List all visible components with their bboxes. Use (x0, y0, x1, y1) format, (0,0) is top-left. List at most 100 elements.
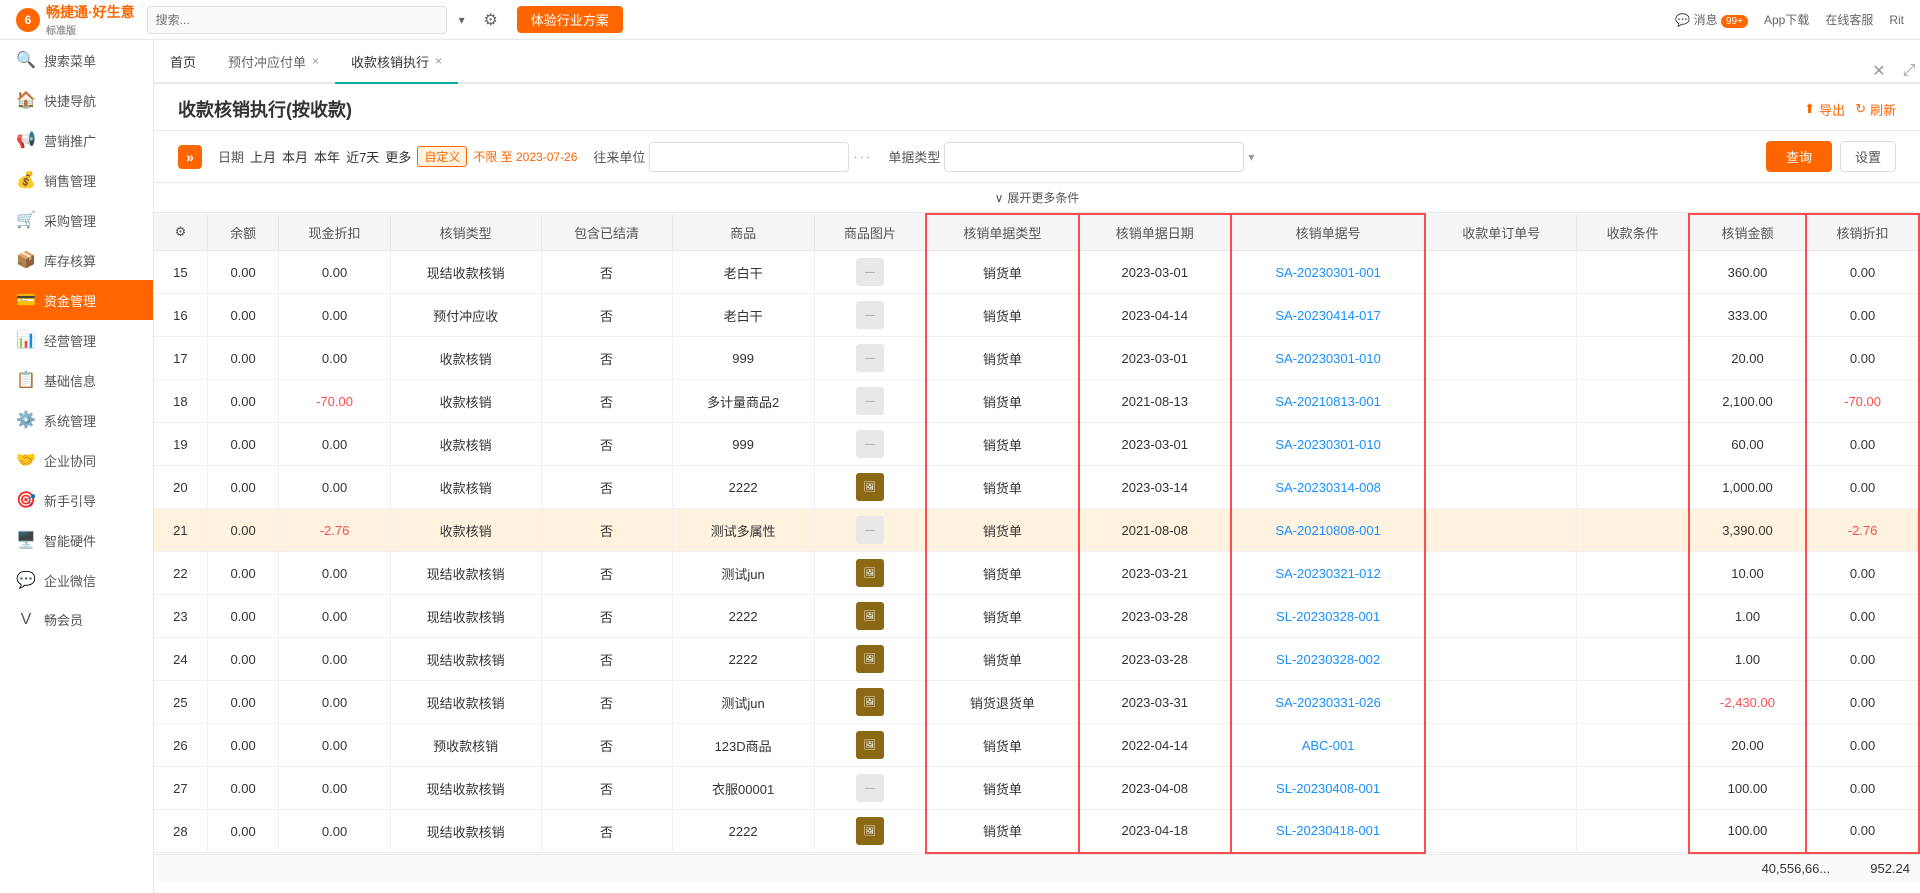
export-button[interactable]: ⬆ 导出 (1804, 100, 1845, 119)
cell-receipt-order (1425, 595, 1577, 638)
sidebar-item-search[interactable]: 🔍 搜索菜单 (0, 40, 153, 80)
refresh-button[interactable]: ↻ 刷新 (1855, 100, 1896, 119)
gear-icon[interactable]: ⚙ (477, 6, 505, 34)
cell-goods: 2222 (672, 638, 814, 681)
tab-home[interactable]: 首页 (154, 40, 212, 84)
bill-no-link[interactable]: SL-20230328-002 (1276, 652, 1380, 667)
management-icon: 📊 (16, 330, 36, 350)
bill-no-link[interactable]: SA-20230301-010 (1275, 351, 1381, 366)
tab-prepayment[interactable]: 预付冲应付单 × (212, 40, 335, 84)
bill-no-link[interactable]: SA-20230414-017 (1275, 308, 1381, 323)
bill-no-link[interactable]: SA-20230314-008 (1275, 480, 1381, 495)
cell-wo-bill-no[interactable]: SA-20230301-010 (1231, 423, 1425, 466)
solution-button[interactable]: 体验行业方案 (517, 6, 623, 33)
cell-wo-bill-no[interactable]: SA-20210808-001 (1231, 509, 1425, 552)
cell-writeoff-type: 收款核销 (390, 423, 541, 466)
sidebar-item-system[interactable]: ⚙️ 系统管理 (0, 400, 153, 440)
sidebar-item-hardware[interactable]: 🖥️ 智能硬件 (0, 520, 153, 560)
cell-wo-bill-no[interactable]: SA-20230301-001 (1231, 251, 1425, 294)
cell-wo-bill-date: 2023-03-01 (1079, 251, 1231, 294)
filter-this-year[interactable]: 本年 (314, 147, 340, 166)
filter-type-select[interactable] (944, 142, 1244, 172)
bill-no-link[interactable]: SA-20210813-001 (1275, 394, 1381, 409)
bill-no-link[interactable]: SA-20230301-010 (1275, 437, 1381, 452)
cell-wo-bill-no[interactable]: SL-20230328-002 (1231, 638, 1425, 681)
dropdown-arrow[interactable]: ▾ (459, 13, 465, 27)
cell-wo-discount: 0.00 (1806, 681, 1919, 724)
sidebar-item-collab[interactable]: 🤝 企业协同 (0, 440, 153, 480)
purchase-icon: 🛒 (16, 210, 36, 230)
cell-receipt-order (1425, 509, 1577, 552)
cell-include-settled: 否 (541, 638, 672, 681)
sidebar-item-member[interactable]: V 畅会员 (0, 600, 153, 639)
bill-no-link[interactable]: SL-20230418-001 (1276, 823, 1380, 838)
bill-no-link[interactable]: SA-20230321-012 (1275, 566, 1381, 581)
cell-wo-bill-no[interactable]: SL-20230418-001 (1231, 810, 1425, 853)
maximize-window-btn[interactable]: ⤢ (1898, 60, 1920, 82)
filter-last-month[interactable]: 上月 (250, 147, 276, 166)
bill-no-link[interactable]: ABC-001 (1302, 738, 1355, 753)
search-icon: 🔍 (16, 50, 36, 70)
cell-cash-discount: -70.00 (279, 380, 390, 423)
bill-no-link[interactable]: SA-20230301-001 (1275, 265, 1381, 280)
search-input[interactable] (147, 6, 447, 34)
sidebar-item-basic[interactable]: 📋 基础信息 (0, 360, 153, 400)
sidebar-item-management[interactable]: 📊 经营管理 (0, 320, 153, 360)
sidebar-item-guide[interactable]: 🎯 新手引导 (0, 480, 153, 520)
sidebar-item-sales[interactable]: 💰 销售管理 (0, 160, 153, 200)
tab-writeoff-close[interactable]: × (435, 54, 442, 68)
cell-goods-image: 🖼 (814, 466, 926, 509)
cell-goods-image: 🖼 (814, 724, 926, 767)
bill-no-link[interactable]: SL-20230328-001 (1276, 609, 1380, 624)
close-window-btn[interactable]: ✕ (1868, 60, 1890, 82)
cell-wo-bill-date: 2023-03-28 (1079, 638, 1231, 681)
bill-no-link[interactable]: SL-20230408-001 (1276, 781, 1380, 796)
cell-receipt-order (1425, 380, 1577, 423)
tab-prepayment-close[interactable]: × (312, 54, 319, 68)
bill-no-link[interactable]: SA-20230331-026 (1275, 695, 1381, 710)
cell-wo-amount: 2,100.00 (1689, 380, 1806, 423)
table-container[interactable]: ⚙ 余额 现金折扣 核销类型 包含已结清 商品 商品图片 核销单据类型 核销单据… (154, 213, 1920, 893)
cell-receipt-condition (1577, 380, 1689, 423)
filter-unit-input[interactable] (649, 142, 849, 172)
cell-wo-bill-date: 2021-08-08 (1079, 509, 1231, 552)
cell-wo-discount: -70.00 (1806, 380, 1919, 423)
filter-unit-dots[interactable]: ··· (853, 149, 872, 164)
cell-wo-bill-no[interactable]: SA-20210813-001 (1231, 380, 1425, 423)
sidebar-item-wechat[interactable]: 💬 企业微信 (0, 560, 153, 600)
app-download-link[interactable]: App下载 (1764, 11, 1809, 28)
settings-button[interactable]: 设置 (1840, 141, 1896, 172)
online-service-link[interactable]: 在线客服 (1825, 11, 1873, 28)
table-row: 20 0.00 0.00 收款核销 否 2222 🖼 销货单 2023-03-1… (154, 466, 1919, 509)
cell-receipt-condition (1577, 251, 1689, 294)
cell-wo-bill-no[interactable]: SA-20230301-010 (1231, 337, 1425, 380)
filter-type-arrow[interactable]: ▾ (1248, 150, 1254, 164)
sidebar-item-finance[interactable]: 💳 资金管理 (0, 280, 153, 320)
message-link[interactable]: 💬 消息 99+ (1675, 11, 1748, 28)
tab-writeoff[interactable]: 收款核销执行 × (335, 40, 458, 84)
cell-wo-bill-no[interactable]: SL-20230328-001 (1231, 595, 1425, 638)
filter-this-month[interactable]: 本月 (282, 147, 308, 166)
bill-no-link[interactable]: SA-20210808-001 (1275, 523, 1381, 538)
filter-toggle-btn[interactable]: » (178, 145, 202, 169)
sidebar-item-inventory[interactable]: 📦 库存核算 (0, 240, 153, 280)
sidebar-item-purchase[interactable]: 🛒 采购管理 (0, 200, 153, 240)
cell-writeoff-type: 现结收款核销 (390, 251, 541, 294)
cell-goods: 123D商品 (672, 724, 814, 767)
refresh-icon: ↻ (1855, 101, 1866, 117)
cell-wo-bill-no[interactable]: SA-20230414-017 (1231, 294, 1425, 337)
cell-wo-bill-no[interactable]: SA-20230331-026 (1231, 681, 1425, 724)
cell-wo-bill-no[interactable]: ABC-001 (1231, 724, 1425, 767)
cell-wo-bill-no[interactable]: SA-20230321-012 (1231, 552, 1425, 595)
filter-more[interactable]: 更多 (385, 147, 411, 166)
cell-wo-bill-no[interactable]: SA-20230314-008 (1231, 466, 1425, 509)
sidebar-item-quicknav[interactable]: 🏠 快捷导航 (0, 80, 153, 120)
cell-wo-bill-type: 销货单 (926, 810, 1078, 853)
query-button[interactable]: 查询 (1766, 141, 1832, 172)
expand-conditions-btn[interactable]: ∨ 展开更多条件 (995, 189, 1080, 206)
filter-custom-btn[interactable]: 自定义 (417, 146, 467, 167)
filter-last-7-days[interactable]: 近7天 (346, 147, 379, 166)
sidebar-item-marketing[interactable]: 📢 营销推广 (0, 120, 153, 160)
cell-cash-discount: 0.00 (279, 466, 390, 509)
cell-wo-bill-no[interactable]: SL-20230408-001 (1231, 767, 1425, 810)
